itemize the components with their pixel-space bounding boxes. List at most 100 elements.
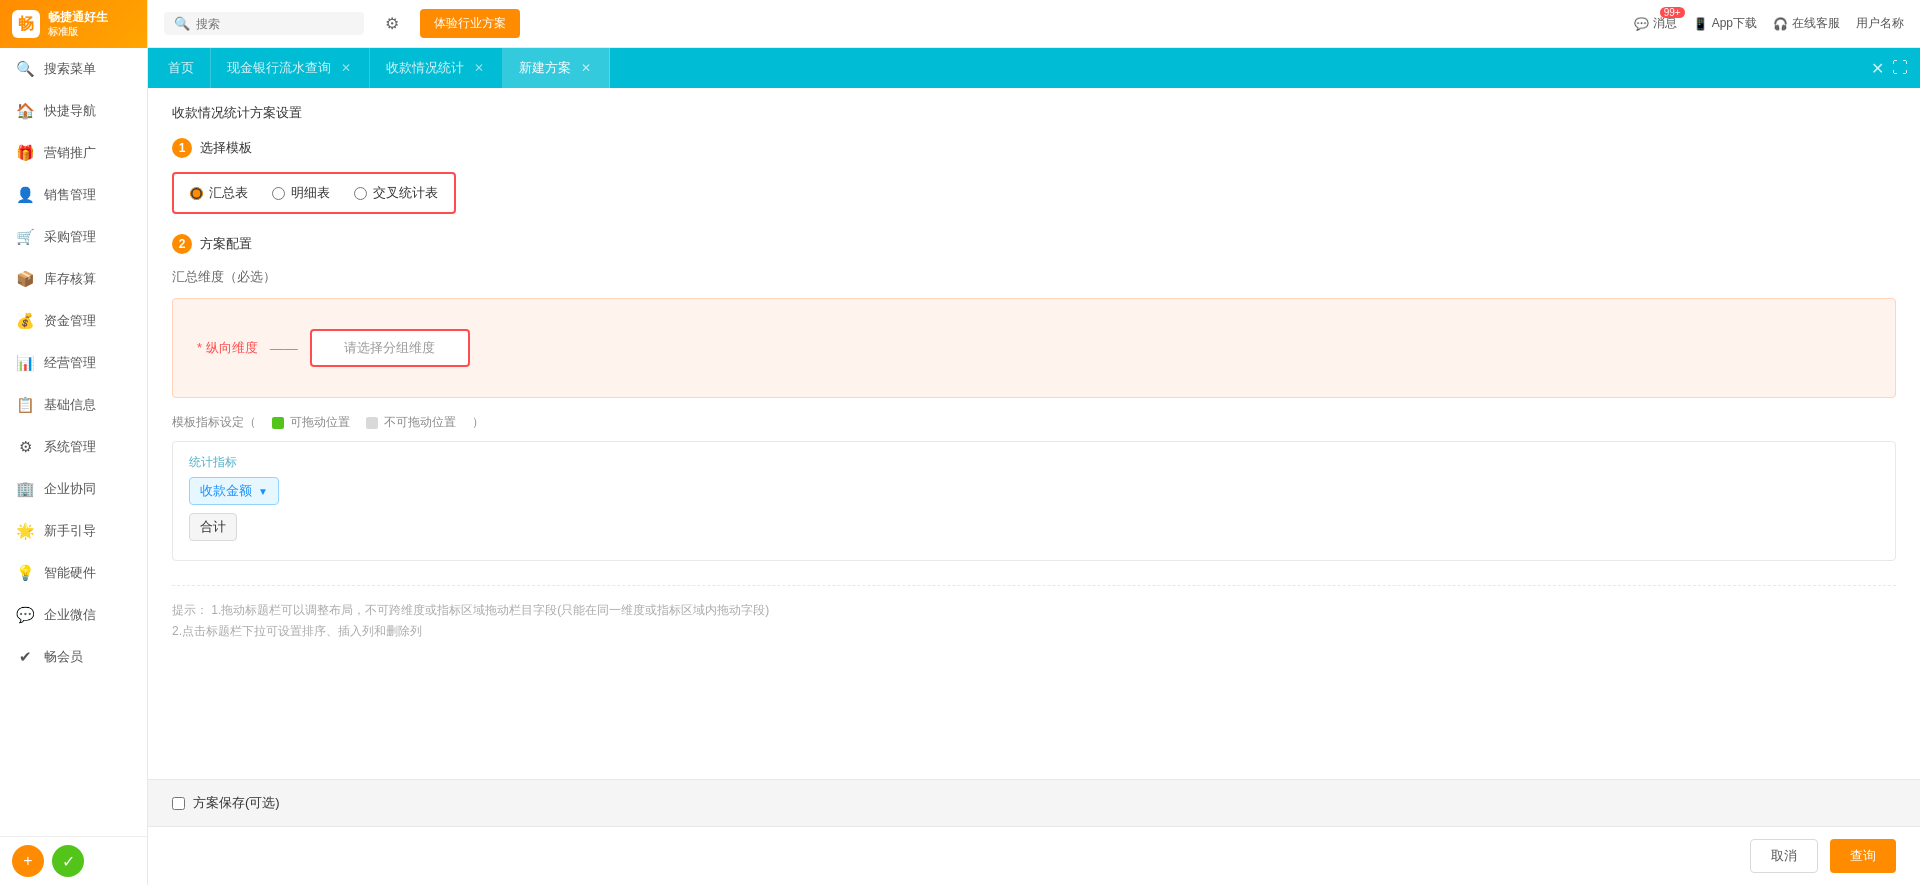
search-input[interactable] [196, 17, 336, 31]
tab-cashflow[interactable]: 现金银行流水查询 ✕ [211, 48, 370, 88]
tab-newplan[interactable]: 新建方案 ✕ [503, 48, 610, 88]
draggable-dot [272, 417, 284, 429]
sidebar: 畅 畅捷通好生 标准版 🔍 搜索菜单 🏠 快捷导航 🎁 营销推广 👤 销售管理 … [0, 0, 148, 885]
logo-text: 畅捷通好生 标准版 [48, 10, 108, 39]
stat-group-label: 统计指标 [189, 454, 1879, 471]
save-option: 方案保存(可选) [148, 779, 1920, 826]
settings-button[interactable]: ⚙ [376, 8, 408, 40]
support-button[interactable]: 🎧 在线客服 [1773, 15, 1840, 32]
sidebar-item-label: 新手引导 [44, 522, 96, 540]
sidebar-item-quicknav[interactable]: 🏠 快捷导航 [0, 90, 147, 132]
non-draggable-legend: 不可拖动位置 [366, 414, 456, 431]
tab-cashflow-close[interactable]: ✕ [339, 61, 353, 75]
sidebar-logo: 畅 畅捷通好生 标准版 [0, 0, 147, 48]
dimension-area: * 纵向维度 —— 请选择分组维度 [172, 298, 1896, 398]
dimension-placeholder[interactable]: 请选择分组维度 [310, 329, 470, 367]
tab-close-all-icon[interactable]: ✕ [1871, 59, 1884, 78]
sidebar-item-label: 营销推广 [44, 144, 96, 162]
draggable-legend: 可拖动位置 [272, 414, 350, 431]
tip-line-1: 提示： 1.拖动标题栏可以调整布局，不可跨维度或指标区域拖动栏目字段(只能在同一… [172, 602, 1896, 619]
sidebar-item-capital[interactable]: 💰 资金管理 [0, 300, 147, 342]
header-right: 💬 消息 99+ 📱 App下载 🎧 在线客服 用户名称 [1634, 15, 1904, 32]
template-cross[interactable]: 交叉统计表 [354, 184, 438, 202]
sidebar-nav: 🔍 搜索菜单 🏠 快捷导航 🎁 营销推广 👤 销售管理 🛒 采购管理 📦 库存核… [0, 48, 147, 836]
sidebar-footer: + ✓ [0, 836, 147, 885]
sidebar-item-label: 智能硬件 [44, 564, 96, 582]
sidebar-footer-btn2[interactable]: ✓ [52, 845, 84, 877]
sidebar-item-label: 资金管理 [44, 312, 96, 330]
sidebar-item-search[interactable]: 🔍 搜索菜单 [0, 48, 147, 90]
sidebar-item-operation[interactable]: 📊 经营管理 [0, 342, 147, 384]
sidebar-item-sales[interactable]: 👤 销售管理 [0, 174, 147, 216]
stat-tag-row: 收款金额 ▼ [189, 477, 1879, 505]
template-detail-radio[interactable] [272, 187, 285, 200]
step1-section: 1 选择模板 汇总表 明细表 交叉统计表 [172, 138, 1896, 214]
step2-header: 2 方案配置 [172, 234, 1896, 254]
sidebar-item-smarthw[interactable]: 💡 智能硬件 [0, 552, 147, 594]
download-button[interactable]: 📱 App下载 [1693, 15, 1757, 32]
chart-icon: 📊 [16, 354, 34, 372]
step2-title: 方案配置 [200, 235, 252, 253]
sidebar-item-wechat[interactable]: 💬 企业微信 [0, 594, 147, 636]
sidebar-item-member[interactable]: ✔ 畅会员 [0, 636, 147, 678]
stat-sub-tag-total: 合计 [189, 513, 237, 541]
page-content: 收款情况统计方案设置 1 选择模板 汇总表 明细表 [148, 88, 1920, 885]
save-plan-label[interactable]: 方案保存(可选) [193, 794, 280, 812]
user-icon: 👤 [16, 186, 34, 204]
step1-header: 1 选择模板 [172, 138, 1896, 158]
save-plan-checkbox[interactable] [172, 797, 185, 810]
star-icon: 🌟 [16, 522, 34, 540]
dimension-arrow-icon: —— [270, 340, 298, 356]
search-icon: 🔍 [174, 16, 190, 31]
sidebar-item-inventory[interactable]: 📦 库存核算 [0, 258, 147, 300]
chat-icon: 💬 [16, 606, 34, 624]
template-options: 汇总表 明细表 交叉统计表 [172, 172, 456, 214]
tab-expand-icon[interactable]: ⛶ [1892, 59, 1908, 77]
dimension-row: * 纵向维度 —— 请选择分组维度 [197, 329, 470, 367]
template-summary[interactable]: 汇总表 [190, 184, 248, 202]
step2-num: 2 [172, 234, 192, 254]
template-detail[interactable]: 明细表 [272, 184, 330, 202]
tab-newplan-close[interactable]: ✕ [579, 61, 593, 75]
step1-title: 选择模板 [200, 139, 252, 157]
tab-collection-close[interactable]: ✕ [472, 61, 486, 75]
query-button[interactable]: 查询 [1830, 839, 1896, 873]
sidebar-item-enterprise[interactable]: 🏢 企业协同 [0, 468, 147, 510]
sidebar-item-basicinfo[interactable]: 📋 基础信息 [0, 384, 147, 426]
cart-icon: 🛒 [16, 228, 34, 246]
step2-section: 2 方案配置 汇总维度（必选） * 纵向维度 —— 请选择分组维度 [172, 234, 1896, 640]
stat-tag-dropdown-icon[interactable]: ▼ [258, 486, 268, 497]
sidebar-item-system[interactable]: ⚙ 系统管理 [0, 426, 147, 468]
tip-line-2: 2.点击标题栏下拉可设置排序、插入列和删除列 [172, 623, 1896, 640]
search-icon: 🔍 [16, 60, 34, 78]
trial-button[interactable]: 体验行业方案 [420, 9, 520, 38]
tab-collection[interactable]: 收款情况统计 ✕ [370, 48, 503, 88]
sidebar-item-newguide[interactable]: 🌟 新手引导 [0, 510, 147, 552]
sidebar-item-label: 销售管理 [44, 186, 96, 204]
top-header: 🔍 ⚙ 体验行业方案 💬 消息 99+ 📱 App下载 🎧 在线客服 用户名称 [148, 0, 1920, 48]
sidebar-footer-btn1[interactable]: + [12, 845, 44, 877]
template-cross-radio[interactable] [354, 187, 367, 200]
sidebar-item-purchase[interactable]: 🛒 采购管理 [0, 216, 147, 258]
sidebar-item-label: 基础信息 [44, 396, 96, 414]
vertical-dimension-label: * 纵向维度 [197, 339, 258, 357]
page-title: 收款情况统计方案设置 [172, 104, 1896, 122]
cancel-button[interactable]: 取消 [1750, 839, 1818, 873]
indicators-container: 统计指标 收款金额 ▼ 合计 [172, 441, 1896, 561]
sidebar-item-label: 经营管理 [44, 354, 96, 372]
notification-button[interactable]: 💬 消息 99+ [1634, 15, 1677, 32]
box-icon: 📦 [16, 270, 34, 288]
drag-legend: 模板指标设定（ 可拖动位置 不可拖动位置 ） [172, 414, 1896, 431]
logo-icon: 畅 [12, 10, 40, 38]
template-summary-radio[interactable] [190, 187, 203, 200]
tab-bar: 首页 现金银行流水查询 ✕ 收款情况统计 ✕ 新建方案 ✕ ✕ ⛶ [148, 48, 1920, 88]
sidebar-item-marketing[interactable]: 🎁 营销推广 [0, 132, 147, 174]
sidebar-item-label: 系统管理 [44, 438, 96, 456]
stat-tag-amount[interactable]: 收款金额 ▼ [189, 477, 279, 505]
tab-home[interactable]: 首页 [152, 48, 211, 88]
message-icon: 💬 [1634, 17, 1649, 31]
user-info[interactable]: 用户名称 [1856, 15, 1904, 32]
search-area[interactable]: 🔍 [164, 12, 364, 35]
sidebar-item-label: 采购管理 [44, 228, 96, 246]
gift-icon: 🎁 [16, 144, 34, 162]
